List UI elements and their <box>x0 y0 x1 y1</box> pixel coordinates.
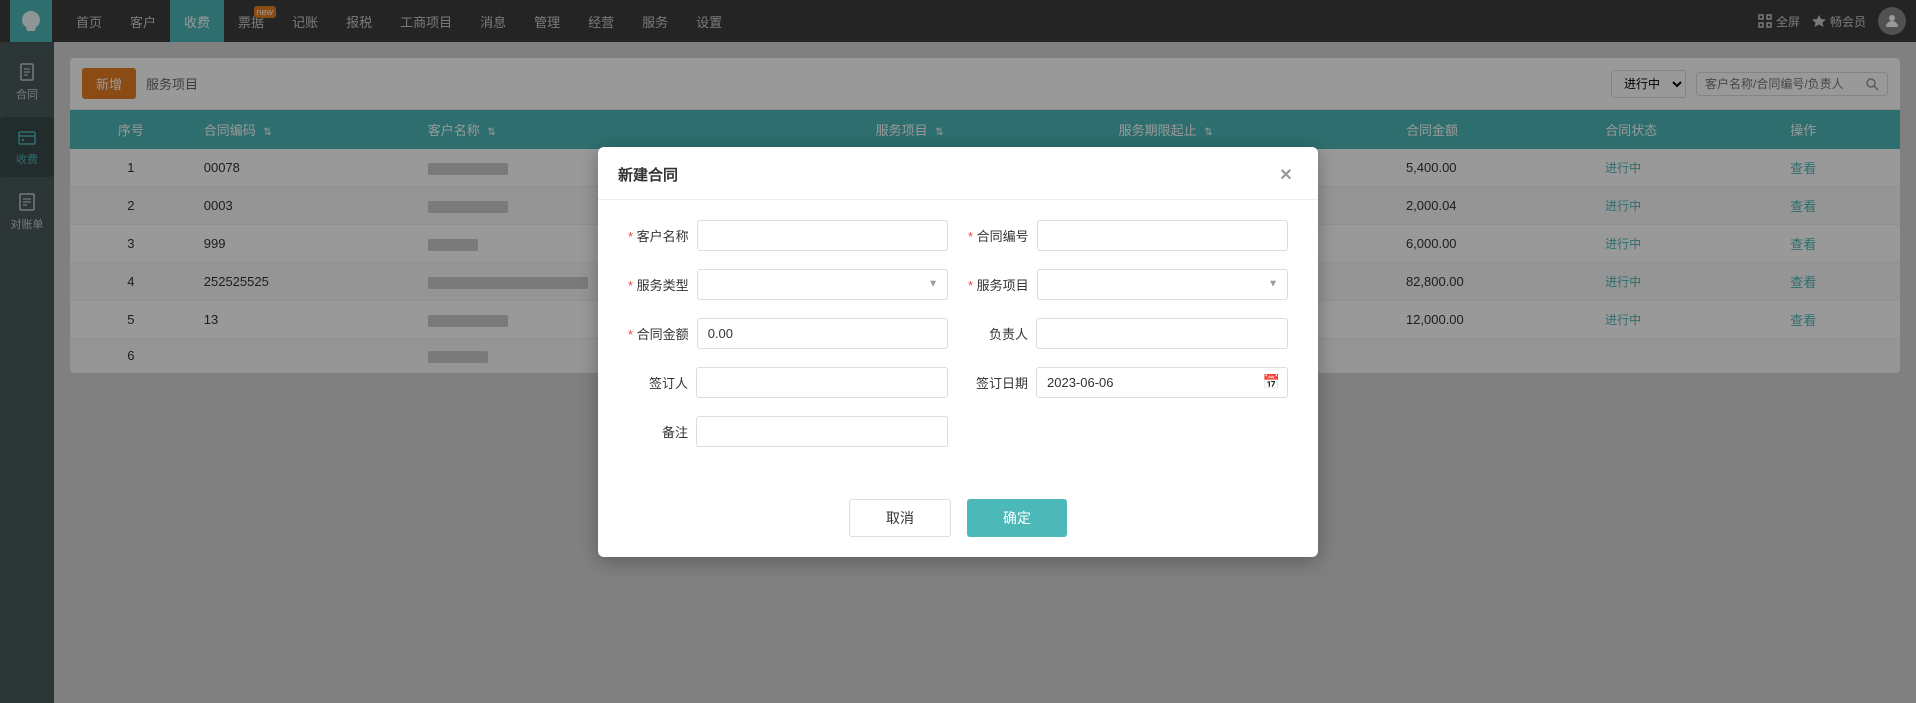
signer-label: 签订人 <box>628 373 688 392</box>
form-row-4: 签订人 签订日期 📅 <box>628 367 1288 398</box>
customer-name-input[interactable] <box>697 220 948 251</box>
form-row-5: 备注 <box>628 416 1288 447</box>
responsible-input[interactable] <box>1036 318 1288 349</box>
responsible-label: 负责人 <box>968 324 1028 343</box>
service-item-label: 服务项目 <box>968 275 1029 294</box>
field-service-item: 服务项目 <box>968 269 1288 300</box>
contract-no-label: 合同编号 <box>968 226 1029 245</box>
cancel-button[interactable]: 取消 <box>849 499 951 537</box>
confirm-button[interactable]: 确定 <box>967 499 1067 537</box>
modal-header: 新建合同 ✕ <box>598 147 1318 200</box>
form-row-3: 合同金额 负责人 <box>628 318 1288 349</box>
service-type-label: 服务类型 <box>628 275 689 294</box>
modal-body: 客户名称 合同编号 服务类型 <box>598 200 1318 485</box>
new-contract-modal: 新建合同 ✕ 客户名称 合同编号 服务类型 <box>598 147 1318 557</box>
notes-label: 备注 <box>628 422 688 441</box>
customer-name-label: 客户名称 <box>628 226 689 245</box>
signer-input[interactable] <box>696 367 948 398</box>
calendar-icon[interactable]: 📅 <box>1263 374 1280 391</box>
notes-input[interactable] <box>696 416 948 447</box>
service-type-wrap <box>697 269 948 300</box>
field-responsible: 负责人 <box>968 318 1288 349</box>
field-service-type: 服务类型 <box>628 269 948 300</box>
sign-date-label: 签订日期 <box>968 373 1028 392</box>
form-row-1: 客户名称 合同编号 <box>628 220 1288 251</box>
modal-title: 新建合同 <box>618 164 678 185</box>
sign-date-input[interactable] <box>1036 367 1288 398</box>
field-customer-name: 客户名称 <box>628 220 948 251</box>
sign-date-wrap: 📅 <box>1036 367 1288 398</box>
field-signer: 签订人 <box>628 367 948 398</box>
field-contract-no: 合同编号 <box>968 220 1288 251</box>
field-notes: 备注 <box>628 416 948 447</box>
form-row-2: 服务类型 服务项目 <box>628 269 1288 300</box>
service-item-select[interactable] <box>1037 269 1288 300</box>
modal-close-button[interactable]: ✕ <box>1274 163 1298 187</box>
modal-overlay: 新建合同 ✕ 客户名称 合同编号 服务类型 <box>0 0 1916 703</box>
service-item-wrap <box>1037 269 1288 300</box>
contract-amount-label: 合同金额 <box>628 324 689 343</box>
contract-amount-input[interactable] <box>697 318 948 349</box>
field-sign-date: 签订日期 📅 <box>968 367 1288 398</box>
field-contract-amount: 合同金额 <box>628 318 948 349</box>
service-type-select[interactable] <box>697 269 948 300</box>
modal-footer: 取消 确定 <box>598 485 1318 557</box>
contract-no-input[interactable] <box>1037 220 1288 251</box>
